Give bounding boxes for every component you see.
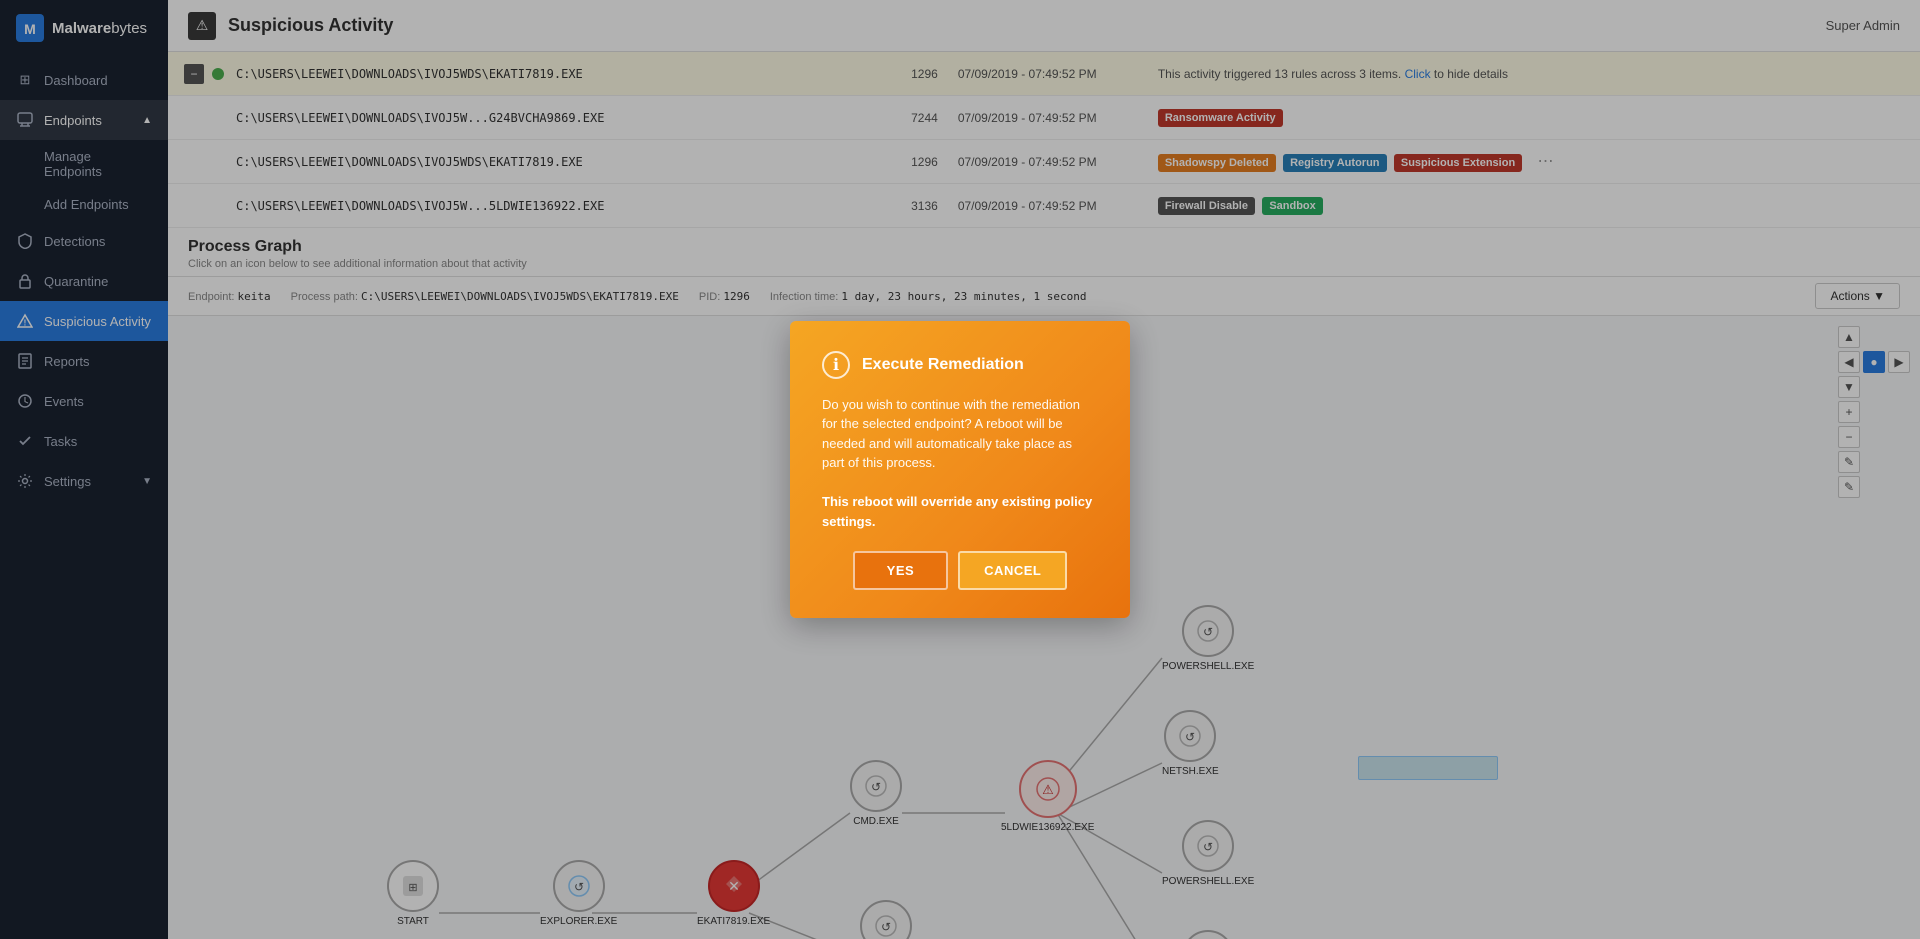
modal-body-text2: This reboot will override any existing p… — [822, 492, 1098, 531]
modal-actions: YES CANCEL — [822, 551, 1098, 590]
modal-body: Do you wish to continue with the remedia… — [822, 395, 1098, 532]
modal-header: ℹ Execute Remediation — [822, 351, 1098, 379]
modal-title: Execute Remediation — [862, 356, 1024, 374]
cancel-button[interactable]: CANCEL — [958, 551, 1067, 590]
execute-remediation-modal: ℹ Execute Remediation Do you wish to con… — [790, 321, 1130, 619]
modal-info-icon: ℹ — [822, 351, 850, 379]
modal-body-bold: This reboot will override any existing p… — [822, 494, 1092, 529]
modal-overlay[interactable]: ℹ Execute Remediation Do you wish to con… — [0, 0, 1920, 939]
yes-button[interactable]: YES — [853, 551, 949, 590]
modal-body-text1: Do you wish to continue with the remedia… — [822, 395, 1098, 473]
